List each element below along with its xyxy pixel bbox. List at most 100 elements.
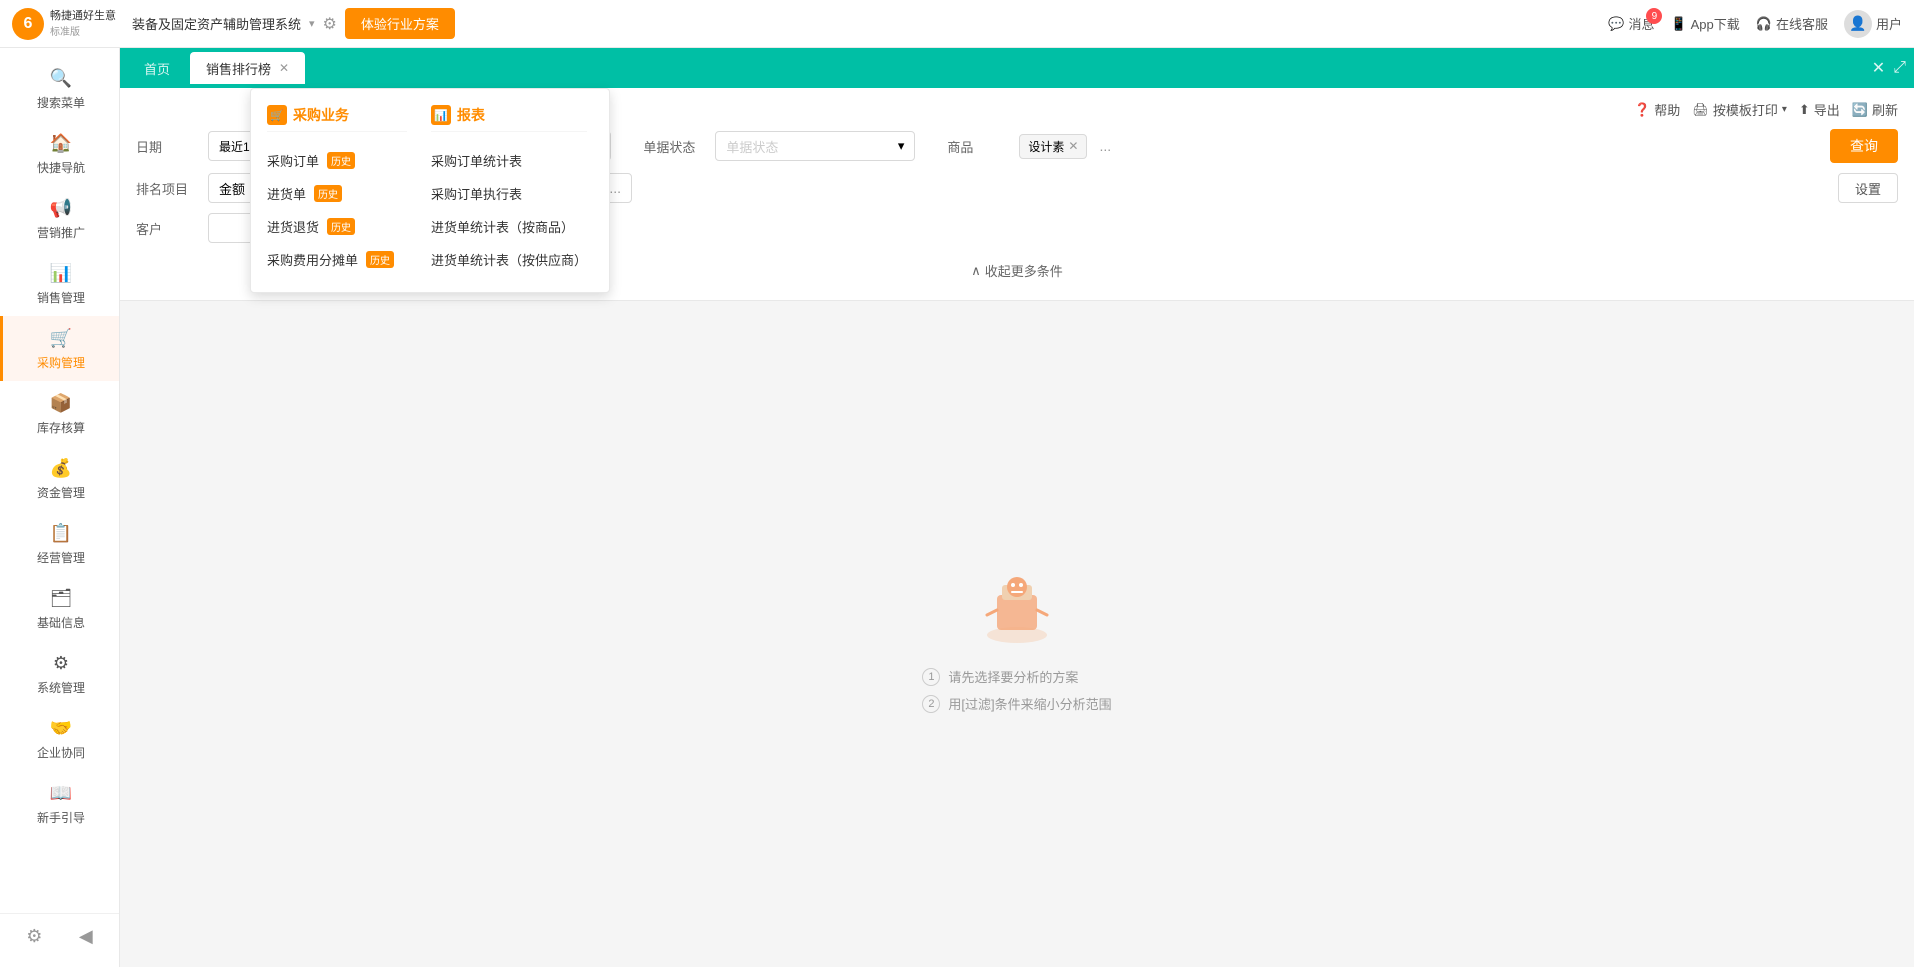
sidebar-item-basic[interactable]: 🗂 基础信息 [0, 576, 119, 641]
folder-icon: 🗂 [49, 586, 73, 610]
date-filter-label: 日期 [136, 137, 196, 156]
user-button[interactable]: 👤 用户 [1844, 10, 1902, 38]
tab-expand-button[interactable]: ⤢ [1893, 59, 1906, 77]
doc-status-arrow-icon: ▾ [898, 138, 905, 154]
tab-sales-rank[interactable]: 销售排行榜 ✕ [190, 52, 305, 84]
query-button[interactable]: 查询 [1830, 129, 1898, 163]
settings-button[interactable]: 设置 [1838, 173, 1898, 203]
tab-bar: 首页 销售排行榜 ✕ ✕ ⤢ [120, 48, 1914, 88]
menu-item-purchase-order[interactable]: 采购订单 历史 [267, 144, 407, 177]
app-download-button[interactable]: 📱 App下载 [1670, 14, 1739, 33]
sidebar-label-search: 搜索菜单 [37, 94, 85, 111]
sidebar-label-cooperation: 企业协同 [37, 744, 85, 761]
expense-history-badge: 历史 [366, 251, 394, 268]
sidebar-item-guide[interactable]: 📖 新手引导 [0, 771, 119, 836]
menu-item-return[interactable]: 进货退货 历史 [267, 210, 407, 243]
sidebar-label-guide: 新手引导 [37, 809, 85, 826]
sidebar-settings-icon[interactable]: ⚙ [26, 926, 42, 947]
incoming-stat-goods-label: 进货单统计表（按商品） [431, 217, 574, 236]
goods-more-dots[interactable]: ... [1099, 138, 1111, 154]
sidebar-label-inventory: 库存核算 [37, 419, 85, 436]
expense-label: 采购费用分摊单 [267, 250, 358, 269]
tab-home-label: 首页 [144, 59, 170, 78]
sidebar-item-purchase[interactable]: 🛒 采购管理 [0, 316, 119, 381]
phone-icon: 📱 [1670, 16, 1686, 32]
sidebar-label-finance: 资金管理 [37, 484, 85, 501]
top-right: 💬 消息 9 📱 App下载 🎧 在线客服 👤 用户 [1608, 10, 1902, 38]
book-icon: 📖 [49, 781, 73, 805]
print-button[interactable]: 🖨 按模板打印 ▾ [1692, 100, 1787, 119]
app-download-label: App下载 [1691, 14, 1740, 33]
incoming-stat-supplier-label: 进货单统计表（按供应商） [431, 250, 587, 269]
menu-item-purchase-order-exec[interactable]: 采购订单执行表 [431, 177, 587, 210]
box-icon: 📦 [49, 391, 73, 415]
logo-text: 畅捷通好生意 标准版 [50, 9, 116, 38]
tip1-text: 请先选择要分析的方案 [948, 667, 1078, 686]
sidebar-label-nav: 快捷导航 [37, 159, 85, 176]
chart-icon: 📊 [49, 261, 73, 285]
sidebar-item-cooperation[interactable]: 🤝 企业协同 [0, 706, 119, 771]
logo-icon: 6 [12, 8, 44, 40]
report-section-label: 报表 [457, 105, 485, 125]
menu-section-purchase: 🛒 采购业务 采购订单 历史 进货单 历史 进货退货 历史 [267, 105, 407, 276]
incoming-history-badge: 历史 [314, 185, 342, 202]
user-label: 用户 [1876, 14, 1902, 33]
export-icon: ⬆ [1799, 102, 1810, 118]
settings-icon[interactable]: ⚙ [323, 14, 337, 34]
tip2-text: 用[过滤]条件来缩小分析范围 [948, 694, 1111, 713]
export-button[interactable]: ⬆ 导出 [1799, 100, 1840, 119]
empty-tip-2: 2 用[过滤]条件来缩小分析范围 [922, 694, 1111, 713]
sidebar-item-marketing[interactable]: 📢 营销推广 [0, 186, 119, 251]
incoming-label: 进货单 [267, 184, 306, 203]
purchase-order-label: 采购订单 [267, 151, 319, 170]
sidebar-item-system[interactable]: ⚙ 系统管理 [0, 641, 119, 706]
menu-item-incoming-stat-goods[interactable]: 进货单统计表（按商品） [431, 210, 587, 243]
top-header: 6 畅捷通好生意 标准版 装备及固定资产辅助管理系统 ▾ ⚙ 体验行业方案 💬 … [0, 0, 1914, 48]
tip1-num: 1 [922, 668, 940, 686]
dropdown-arrow-icon[interactable]: ▾ [309, 17, 315, 30]
menu-item-expense[interactable]: 采购费用分摊单 历史 [267, 243, 407, 276]
empty-tip-1: 1 请先选择要分析的方案 [922, 667, 1111, 686]
sidebar-item-search[interactable]: 🔍 搜索菜单 [0, 56, 119, 121]
print-label: 按模板打印 [1713, 100, 1778, 119]
menu-item-incoming[interactable]: 进货单 历史 [267, 177, 407, 210]
sidebar-label-purchase: 采购管理 [37, 354, 85, 371]
sidebar-label-operations: 经营管理 [37, 549, 85, 566]
sidebar-label-marketing: 营销推广 [37, 224, 85, 241]
goods-tag-close-icon[interactable]: ✕ [1068, 139, 1078, 153]
avatar: 👤 [1844, 10, 1872, 38]
trial-button[interactable]: 体验行业方案 [345, 8, 455, 39]
content-area: 首页 销售排行榜 ✕ ✕ ⤢ ❓ 帮助 [120, 48, 1914, 967]
menu-item-purchase-order-stat[interactable]: 采购订单统计表 [431, 144, 587, 177]
tab-close-all-button[interactable]: ✕ [1872, 58, 1885, 78]
purchase-section-icon: 🛒 [267, 105, 287, 125]
goods-tag: 设计素 ✕ [1019, 134, 1087, 159]
sidebar-item-sales[interactable]: 📊 销售管理 [0, 251, 119, 316]
sidebar-label-system: 系统管理 [37, 679, 85, 696]
tip2-num: 2 [922, 695, 940, 713]
online-service-button[interactable]: 🎧 在线客服 [1756, 14, 1828, 33]
goods-tag-value: 设计素 [1028, 138, 1064, 155]
empty-state: 1 请先选择要分析的方案 2 用[过滤]条件来缩小分析范围 [120, 301, 1914, 967]
tab-home[interactable]: 首页 [128, 52, 186, 84]
doc-status-select[interactable]: 单据状态 ▾ [715, 131, 915, 161]
menu-item-incoming-stat-supplier[interactable]: 进货单统计表（按供应商） [431, 243, 587, 276]
sidebar-item-finance[interactable]: 💰 资金管理 [0, 446, 119, 511]
rank-label: 排名项目 [136, 179, 196, 198]
sidebar: 🔍 搜索菜单 🏠 快捷导航 📢 营销推广 📊 销售管理 🛒 采购管理 📦 库存核… [0, 48, 120, 967]
sidebar-item-inventory[interactable]: 📦 库存核算 [0, 381, 119, 446]
sidebar-item-operations[interactable]: 📋 经营管理 [0, 511, 119, 576]
sidebar-item-nav[interactable]: 🏠 快捷导航 [0, 121, 119, 186]
tab-close-icon[interactable]: ✕ [279, 61, 289, 75]
purchase-order-history-badge: 历史 [327, 152, 355, 169]
help-button[interactable]: ❓ 帮助 [1634, 100, 1680, 119]
message-button[interactable]: 💬 消息 9 [1608, 14, 1654, 33]
sidebar-label-basic: 基础信息 [37, 614, 85, 631]
refresh-label: 刷新 [1872, 100, 1898, 119]
menu-section-report: 📊 报表 采购订单统计表 采购订单执行表 进货单统计表（按商品） 进货单统计表（… [431, 105, 587, 276]
collapse-label: 收起更多条件 [985, 261, 1063, 280]
refresh-button[interactable]: 🔄 刷新 [1852, 100, 1898, 119]
print-icon: 🖨 [1692, 102, 1709, 118]
sidebar-collapse-icon[interactable]: ◀ [79, 926, 93, 947]
report-section-icon: 📊 [431, 105, 451, 125]
